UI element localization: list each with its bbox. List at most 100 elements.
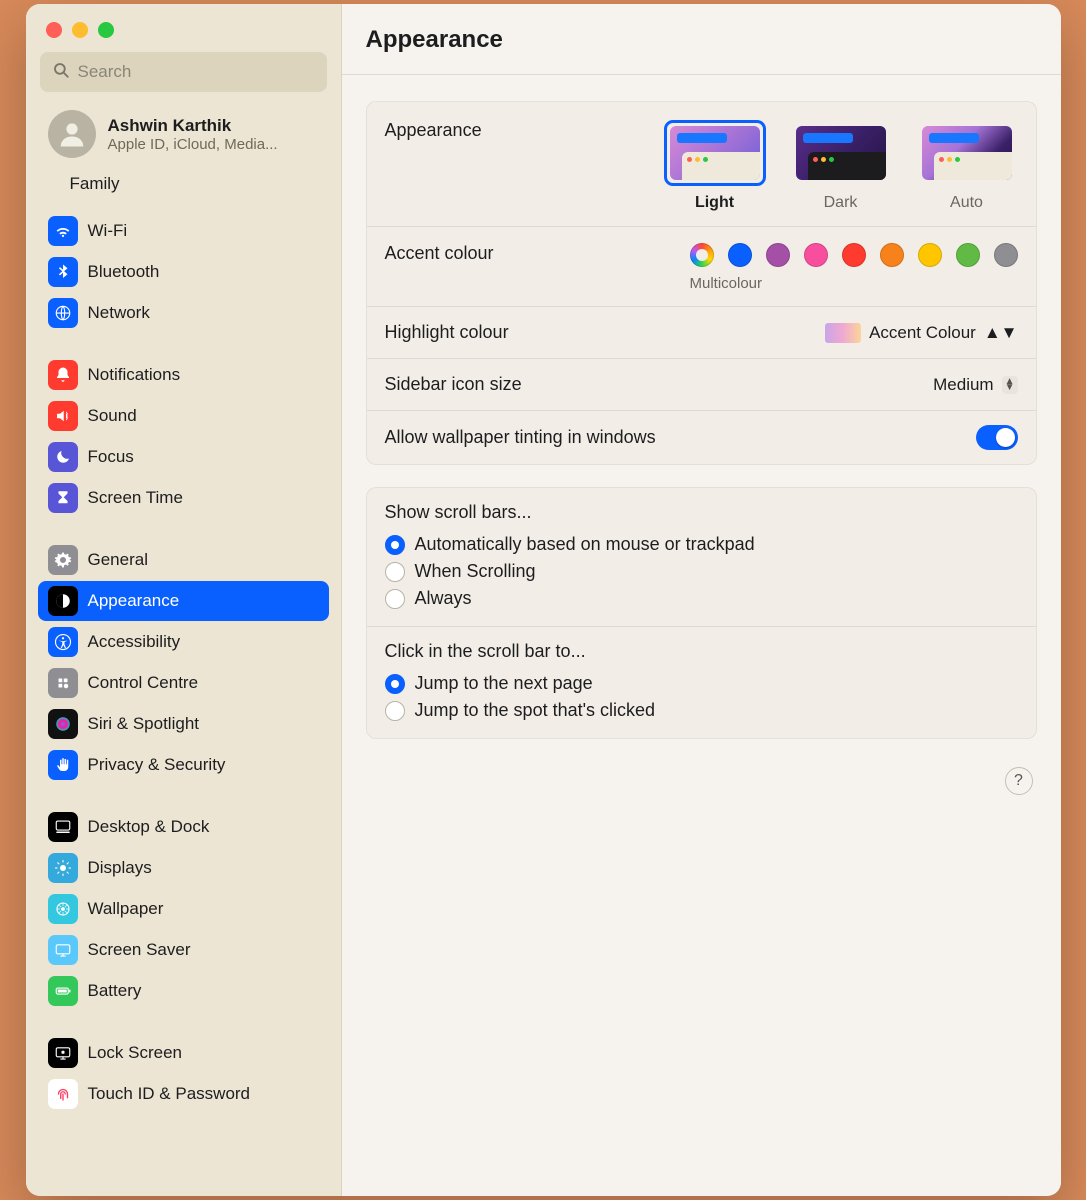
search-icon bbox=[52, 61, 70, 84]
gear-icon bbox=[48, 545, 78, 575]
appearance-option-label: Auto bbox=[950, 194, 983, 212]
accent-swatch-7[interactable] bbox=[956, 243, 980, 267]
sidebar-item-label: Appearance bbox=[88, 591, 180, 611]
radio-icon bbox=[385, 535, 405, 555]
accent-swatch-1[interactable] bbox=[728, 243, 752, 267]
control-icon bbox=[48, 668, 78, 698]
desktop-icon bbox=[48, 812, 78, 842]
scrollclick-option-1[interactable]: Jump to the spot that's clicked bbox=[385, 697, 1018, 724]
chevron-updown-icon: ▲▼ bbox=[1002, 376, 1018, 394]
close-icon[interactable] bbox=[46, 22, 62, 38]
sidebar-item-label: Accessibility bbox=[88, 632, 181, 652]
sidebar-item-label: Focus bbox=[88, 447, 134, 467]
sidebar-item-desktop-dock[interactable]: Desktop & Dock bbox=[38, 807, 329, 847]
sidebar-item-label: Lock Screen bbox=[88, 1043, 183, 1063]
accent-swatch-5[interactable] bbox=[880, 243, 904, 267]
chevron-updown-icon: ▲▼ bbox=[984, 323, 1018, 343]
appearance-card: Appearance Light Dark Auto Accent colour M… bbox=[366, 101, 1037, 465]
sidebar-item-touch-id-password[interactable]: Touch ID & Password bbox=[38, 1074, 329, 1114]
network-icon bbox=[48, 298, 78, 328]
displays-icon bbox=[48, 853, 78, 883]
accent-swatch-6[interactable] bbox=[918, 243, 942, 267]
appearance-option-light[interactable]: Light bbox=[664, 120, 766, 212]
profile-subtitle: Apple ID, iCloud, Media... bbox=[108, 136, 278, 153]
sidebar-size-value: Medium bbox=[933, 375, 993, 395]
appearance-thumb-light bbox=[664, 120, 766, 186]
sidebar-item-control-centre[interactable]: Control Centre bbox=[38, 663, 329, 703]
scrollbars-label: Show scroll bars... bbox=[385, 502, 1018, 523]
accent-swatch-0[interactable] bbox=[690, 243, 714, 267]
scrollbars-option-1[interactable]: When Scrolling bbox=[385, 558, 1018, 585]
profile-row[interactable]: Ashwin Karthik Apple ID, iCloud, Media..… bbox=[26, 102, 341, 164]
lock-icon bbox=[48, 1038, 78, 1068]
sidebar-item-family[interactable]: Family bbox=[26, 164, 341, 202]
tinting-label: Allow wallpaper tinting in windows bbox=[385, 427, 656, 448]
sidebar-item-label: Touch ID & Password bbox=[88, 1084, 251, 1104]
sidebar-item-screen-saver[interactable]: Screen Saver bbox=[38, 930, 329, 970]
appearance-thumb-auto bbox=[916, 120, 1018, 186]
sidebar-item-label: Screen Time bbox=[88, 488, 183, 508]
tinting-toggle[interactable] bbox=[976, 425, 1018, 450]
sidebar-item-accessibility[interactable]: Accessibility bbox=[38, 622, 329, 662]
sidebar-item-siri-spotlight[interactable]: Siri & Spotlight bbox=[38, 704, 329, 744]
sidebar-item-displays[interactable]: Displays bbox=[38, 848, 329, 888]
scrollbars-option-2[interactable]: Always bbox=[385, 585, 1018, 612]
sidebar-item-network[interactable]: Network bbox=[38, 293, 329, 333]
sidebar-item-wi-fi[interactable]: Wi-Fi bbox=[38, 211, 329, 251]
sidebar-item-notifications[interactable]: Notifications bbox=[38, 355, 329, 395]
sidebar-item-focus[interactable]: Focus bbox=[38, 437, 329, 477]
sidebar-item-screen-time[interactable]: Screen Time bbox=[38, 478, 329, 518]
sidebar-item-bluetooth[interactable]: Bluetooth bbox=[38, 252, 329, 292]
sidebar-item-lock-screen[interactable]: Lock Screen bbox=[38, 1033, 329, 1073]
appearance-option-dark[interactable]: Dark bbox=[790, 120, 892, 212]
page-title: Appearance bbox=[342, 4, 1061, 75]
sidebar-item-label: Notifications bbox=[88, 365, 181, 385]
sidebar-item-general[interactable]: General bbox=[38, 540, 329, 580]
sidebar-item-label: Bluetooth bbox=[88, 262, 160, 282]
scrollclick-option-0[interactable]: Jump to the next page bbox=[385, 670, 1018, 697]
accent-label: Accent colour bbox=[385, 243, 494, 264]
sidebar-item-label: General bbox=[88, 550, 148, 570]
fullscreen-icon[interactable] bbox=[98, 22, 114, 38]
highlight-value: Accent Colour bbox=[869, 323, 976, 343]
hand-icon bbox=[48, 750, 78, 780]
radio-label: Jump to the spot that's clicked bbox=[415, 700, 656, 721]
siri-icon bbox=[48, 709, 78, 739]
window-controls bbox=[26, 4, 341, 48]
sidebar-item-sound[interactable]: Sound bbox=[38, 396, 329, 436]
sidebar-size-select[interactable]: Medium ▲▼ bbox=[933, 375, 1017, 395]
search-input[interactable] bbox=[78, 62, 315, 82]
sidebar-item-label: Screen Saver bbox=[88, 940, 191, 960]
sidebar-item-privacy-security[interactable]: Privacy & Security bbox=[38, 745, 329, 785]
highlight-select[interactable]: Accent Colour ▲▼ bbox=[825, 323, 1017, 343]
accent-swatch-4[interactable] bbox=[842, 243, 866, 267]
sidebar-item-wallpaper[interactable]: Wallpaper bbox=[38, 889, 329, 929]
accessibility-icon bbox=[48, 627, 78, 657]
scrollbars-option-0[interactable]: Automatically based on mouse or trackpad bbox=[385, 531, 1018, 558]
appearance-thumb-dark bbox=[790, 120, 892, 186]
sidebar: Ashwin Karthik Apple ID, iCloud, Media..… bbox=[26, 4, 342, 1196]
search-field[interactable] bbox=[40, 52, 327, 92]
touchid-icon bbox=[48, 1079, 78, 1109]
minimize-icon[interactable] bbox=[72, 22, 88, 38]
accent-swatch-3[interactable] bbox=[804, 243, 828, 267]
highlight-swatch-icon bbox=[825, 323, 861, 343]
avatar-icon bbox=[48, 110, 96, 158]
accent-swatch-8[interactable] bbox=[994, 243, 1018, 267]
sidebar-item-label: Displays bbox=[88, 858, 152, 878]
radio-icon bbox=[385, 674, 405, 694]
appearance-label: Appearance bbox=[385, 120, 482, 141]
appearance-icon bbox=[48, 586, 78, 616]
settings-window: Ashwin Karthik Apple ID, iCloud, Media..… bbox=[26, 4, 1061, 1196]
profile-name: Ashwin Karthik bbox=[108, 116, 278, 136]
help-button[interactable]: ? bbox=[1005, 767, 1033, 795]
radio-icon bbox=[385, 589, 405, 609]
highlight-label: Highlight colour bbox=[385, 322, 509, 343]
sidebar-item-battery[interactable]: Battery bbox=[38, 971, 329, 1011]
bluetooth-icon bbox=[48, 257, 78, 287]
radio-label: Jump to the next page bbox=[415, 673, 593, 694]
sidebar-item-appearance[interactable]: Appearance bbox=[38, 581, 329, 621]
appearance-option-auto[interactable]: Auto bbox=[916, 120, 1018, 212]
content-area: Appearance Appearance Light Dark Auto Acce… bbox=[342, 4, 1061, 1196]
accent-swatch-2[interactable] bbox=[766, 243, 790, 267]
